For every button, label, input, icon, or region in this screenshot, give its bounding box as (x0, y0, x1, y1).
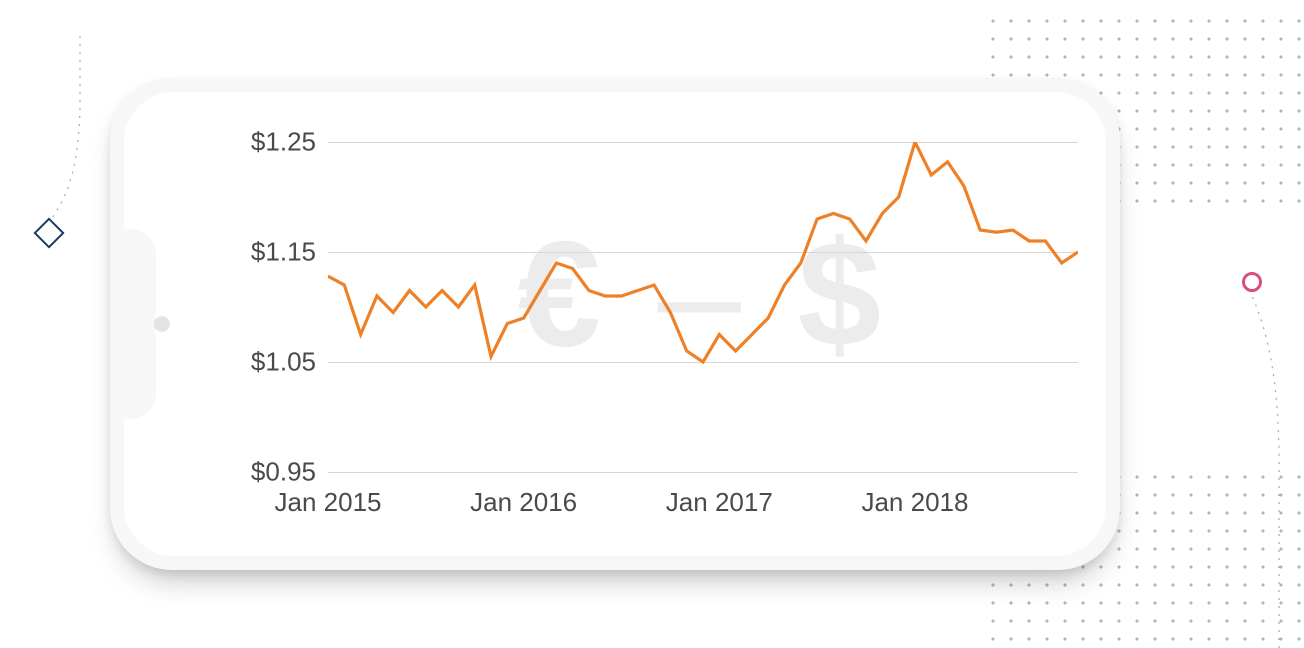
chart-x-tick-label: Jan 2016 (470, 487, 577, 518)
chart-x-tick-label: Jan 2018 (861, 487, 968, 518)
decor-path-right (1184, 260, 1304, 648)
chart-y-tick-label: $1.25 (210, 127, 316, 158)
chart-line-svg (328, 142, 1078, 472)
chart-y-tick-label: $1.15 (210, 237, 316, 268)
chart-y-tick-label: $1.05 (210, 347, 316, 378)
exchange-rate-chart: € – $ $0.95$1.05$1.15$1.25 Jan 2015Jan 2… (210, 132, 1078, 518)
chart-gridline (328, 472, 1078, 473)
phone-screen: € – $ $0.95 $1.05 $1.15 $1.25 Jan 2015 Jan 2… (124, 92, 1106, 556)
chart-y-tick-label: $0.95 (210, 457, 316, 488)
chart-x-tick-label: Jan 2017 (666, 487, 773, 518)
phone-notch (124, 229, 156, 419)
chart-series-line (328, 142, 1078, 362)
phone-camera-icon (154, 316, 170, 332)
chart-plot-area: € – $ (328, 142, 1078, 472)
ring-icon (1242, 272, 1262, 292)
chart-x-tick-label: Jan 2015 (275, 487, 382, 518)
phone-frame: € – $ $0.95 $1.05 $1.15 $1.25 Jan 2015 Jan 2… (110, 78, 1120, 570)
